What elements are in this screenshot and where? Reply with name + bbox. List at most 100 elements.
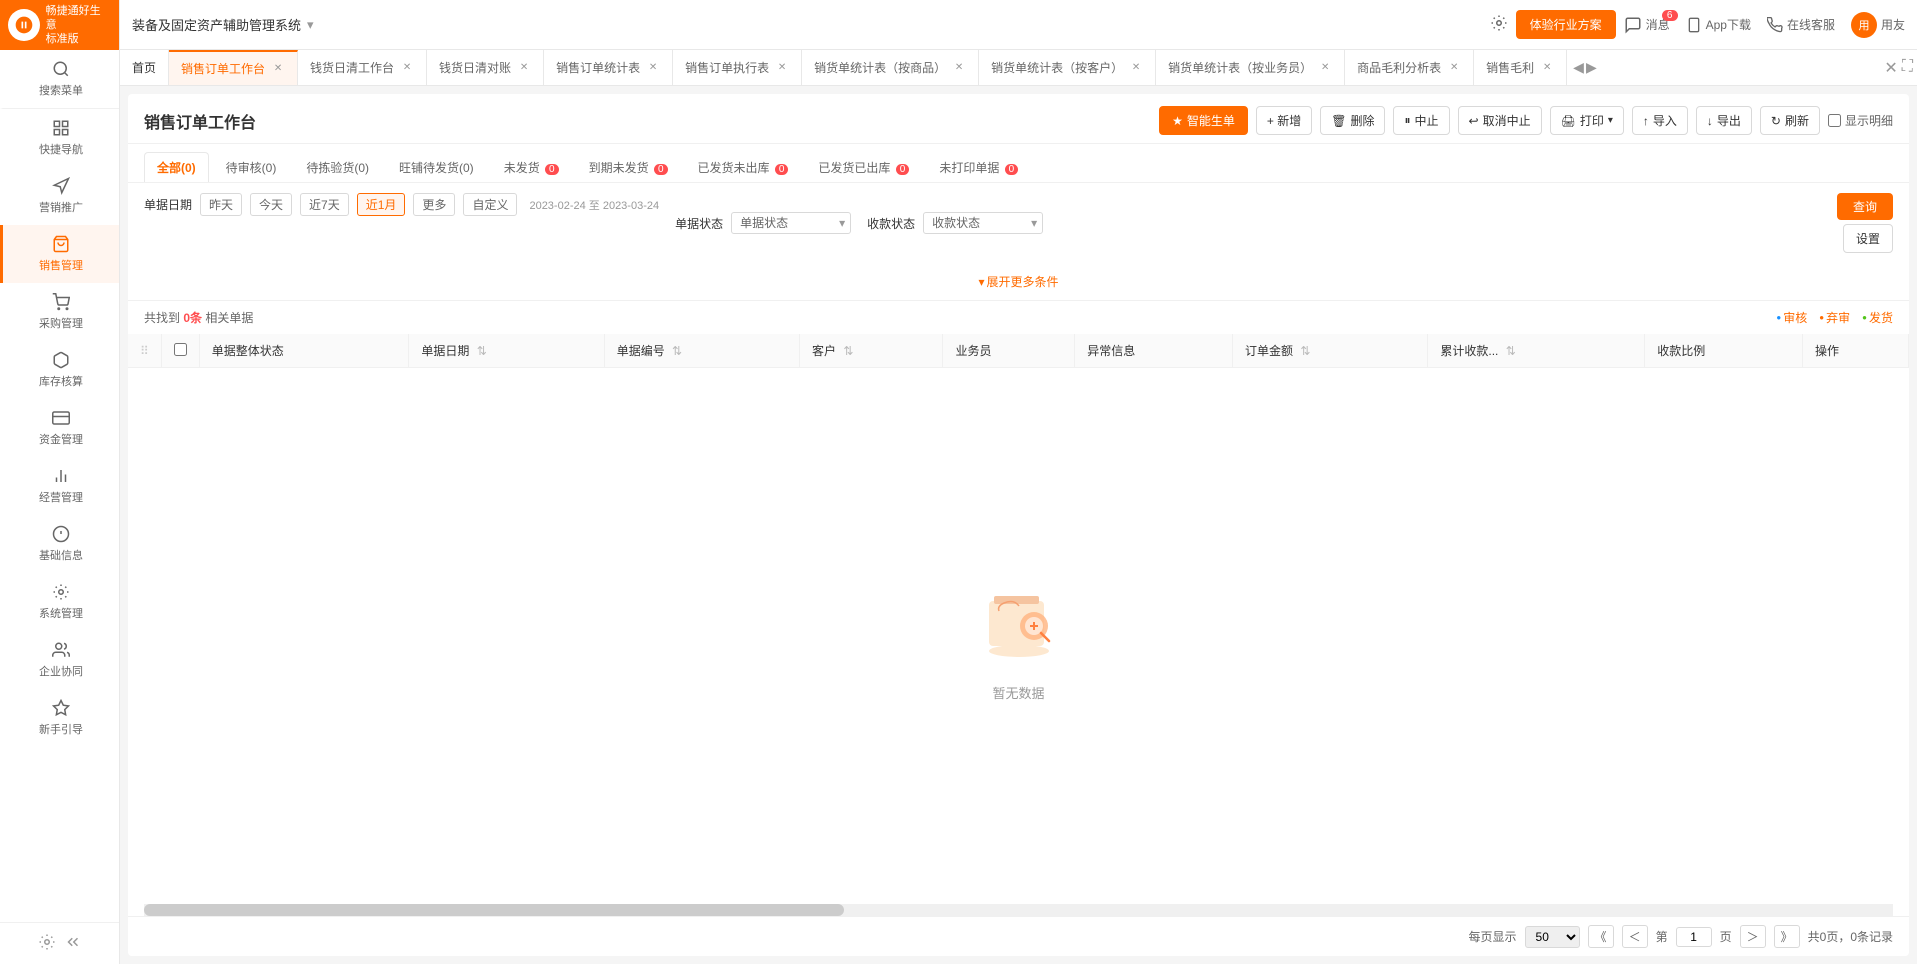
- sidebar-item-quicknav[interactable]: 快捷导航: [0, 109, 119, 167]
- date-filter-custom[interactable]: 自定义: [463, 193, 517, 216]
- payment-select-wrap: 收款状态: [923, 212, 1043, 234]
- tab-close-icon[interactable]: ✕: [1129, 61, 1143, 75]
- sidebar-item-finance[interactable]: 资金管理: [0, 399, 119, 457]
- pagination-first-button[interactable]: 《: [1588, 925, 1614, 948]
- col-number[interactable]: 单据编号 ⇅: [604, 334, 799, 368]
- tabs-bar: 首页 销售订单工作台 ✕ 钱货日清工作台 ✕ 钱货日清对账 ✕ 销售订单统计表 …: [120, 50, 1917, 86]
- sidebar-item-marketing[interactable]: 营销推广: [0, 167, 119, 225]
- sidebar-item-system[interactable]: 系统管理: [0, 573, 119, 631]
- sidebar-item-basic[interactable]: 基础信息: [0, 515, 119, 573]
- horizontal-scrollbar[interactable]: [144, 904, 1893, 916]
- online-service-action[interactable]: 在线客服: [1767, 16, 1835, 33]
- select-all-checkbox[interactable]: [174, 343, 187, 356]
- sub-tab-shipped-out[interactable]: 已发货已出库 0: [805, 152, 922, 182]
- date-filter-1month[interactable]: 近1月: [357, 193, 406, 216]
- date-filter-more[interactable]: 更多: [413, 193, 455, 216]
- sub-tab-not-shipped[interactable]: 未发货 0: [491, 152, 572, 182]
- tab-sales-customer[interactable]: 销货单统计表（按客户） ✕: [979, 50, 1156, 86]
- collapse-icon[interactable]: [64, 933, 82, 954]
- col-date[interactable]: 单据日期 ⇅: [409, 334, 604, 368]
- col-amount[interactable]: 订单金额 ⇅: [1233, 334, 1428, 368]
- expand-filter-button[interactable]: ▾ 展开更多条件: [978, 273, 1058, 290]
- sidebar-item-inventory[interactable]: 库存核算: [0, 341, 119, 399]
- date-filter-today[interactable]: 今天: [250, 193, 292, 216]
- date-filter-yesterday[interactable]: 昨天: [200, 193, 242, 216]
- sub-tab-all[interactable]: 全部(0): [144, 152, 209, 182]
- tab-profit-analysis[interactable]: 商品毛利分析表 ✕: [1345, 50, 1474, 86]
- query-button[interactable]: 查询: [1837, 193, 1893, 220]
- dropdown-arrow-icon[interactable]: ▾: [307, 17, 314, 33]
- tab-sales-staff[interactable]: 销货单统计表（按业务员） ✕: [1156, 50, 1345, 86]
- print-button[interactable]: 🖨 打印 ▾: [1550, 106, 1624, 135]
- review-action-button[interactable]: 审核: [1776, 309, 1807, 326]
- tab-sales-exec[interactable]: 销售订单执行表 ✕: [673, 50, 802, 86]
- sub-tab-not-printed[interactable]: 未打印单据 0: [926, 152, 1031, 182]
- sidebar-item-search[interactable]: 搜索菜单: [0, 50, 119, 109]
- sidebar-item-business[interactable]: 经营管理: [0, 457, 119, 515]
- import-button[interactable]: ↑ 导入: [1632, 106, 1688, 135]
- tab-close-icon[interactable]: ✕: [1540, 61, 1554, 75]
- show-detail-checkbox-label[interactable]: 显示明细: [1828, 112, 1893, 129]
- empty-text: 暂无数据: [992, 683, 1044, 702]
- col-action: 操作: [1803, 334, 1909, 368]
- sub-tab-pending-review[interactable]: 待审核(0): [213, 152, 290, 182]
- tab-close-icon[interactable]: ✕: [952, 61, 966, 75]
- tab-sales-profit[interactable]: 销售毛利 ✕: [1474, 50, 1567, 86]
- payment-select[interactable]: 收款状态: [923, 212, 1043, 234]
- tab-money-clear[interactable]: 钱货日清工作台 ✕: [298, 50, 427, 86]
- tab-next-icon[interactable]: ▶: [1586, 59, 1597, 76]
- refresh-button[interactable]: ↻ 刷新: [1760, 106, 1820, 135]
- scrollbar-thumb[interactable]: [144, 904, 844, 916]
- cancel-review-action-button[interactable]: 弃审: [1819, 309, 1850, 326]
- tab-close-icon[interactable]: ✕: [1447, 61, 1461, 75]
- user-avatar[interactable]: 用 用友: [1851, 12, 1905, 38]
- tab-sales-goods[interactable]: 销货单统计表（按商品） ✕: [802, 50, 979, 86]
- sub-tab-overdue-ship[interactable]: 到期未发货 0: [576, 152, 681, 182]
- tab-sales-order[interactable]: 销售订单工作台 ✕: [169, 50, 298, 86]
- solution-button[interactable]: 体验行业方案: [1516, 10, 1616, 39]
- pagination-last-button[interactable]: 》: [1774, 925, 1800, 948]
- tab-close-all-icon[interactable]: ✕: [1884, 58, 1897, 78]
- page-input[interactable]: [1676, 927, 1712, 947]
- sidebar-item-cooperation[interactable]: 企业协同: [0, 631, 119, 689]
- tab-sales-stats[interactable]: 销售订单统计表 ✕: [544, 50, 673, 86]
- status-select[interactable]: 单据状态: [731, 212, 851, 234]
- tab-close-icon[interactable]: ✕: [646, 61, 660, 75]
- show-detail-checkbox[interactable]: [1828, 114, 1841, 127]
- tab-home[interactable]: 首页: [120, 50, 169, 86]
- message-action[interactable]: 消息 6: [1624, 16, 1670, 34]
- ship-action-button[interactable]: 发货: [1862, 309, 1893, 326]
- pagination-prev-button[interactable]: ＜: [1622, 925, 1648, 948]
- date-filter-7days[interactable]: 近7天: [300, 193, 349, 216]
- tab-prev-icon[interactable]: ◀: [1573, 59, 1584, 76]
- pause-button[interactable]: ⏸ 中止: [1393, 106, 1449, 135]
- settings-gear-icon[interactable]: [1490, 14, 1508, 35]
- tab-close-icon[interactable]: ✕: [775, 61, 789, 75]
- tab-money-reconcile[interactable]: 钱货日清对账 ✕: [427, 50, 544, 86]
- col-ratio: 收款比例: [1645, 334, 1803, 368]
- sidebar-item-sales[interactable]: 销售管理: [0, 225, 119, 283]
- tab-fullscreen-icon[interactable]: ⛶: [1902, 58, 1913, 78]
- tab-close-icon[interactable]: ✕: [517, 61, 531, 75]
- pagination-next-button[interactable]: ＞: [1740, 925, 1766, 948]
- col-collected[interactable]: 累计收款... ⇅: [1428, 334, 1645, 368]
- tab-close-icon[interactable]: ✕: [400, 61, 414, 75]
- tab-close-icon[interactable]: ✕: [1318, 61, 1332, 75]
- per-page-select[interactable]: 50 100 200: [1525, 926, 1580, 948]
- sub-tab-wangpu-ship[interactable]: 旺铺待发货(0): [386, 152, 487, 182]
- add-button[interactable]: + 新增: [1256, 106, 1312, 135]
- tab-close-icon[interactable]: ✕: [271, 62, 285, 76]
- col-customer[interactable]: 客户 ⇅: [800, 334, 943, 368]
- sidebar-item-purchase[interactable]: 采购管理: [0, 283, 119, 341]
- sidebar-item-guide[interactable]: 新手引导: [0, 689, 119, 747]
- sub-tab-pending-check[interactable]: 待拣验货(0): [293, 152, 382, 182]
- setting-button[interactable]: 设置: [1843, 224, 1893, 253]
- settings-icon[interactable]: [38, 933, 56, 954]
- sub-tab-shipped-not-out[interactable]: 已发货未出库 0: [685, 152, 802, 182]
- smart-order-button[interactable]: ★ 智能生单: [1159, 106, 1248, 135]
- export-button[interactable]: ↓ 导出: [1696, 106, 1752, 135]
- delete-button[interactable]: 🗑 删除: [1320, 106, 1385, 135]
- sidebar-logo: 畅捷通好生意 标准版: [0, 0, 119, 50]
- cancel-pause-button[interactable]: ↩ 取消中止: [1458, 106, 1542, 135]
- app-download-action[interactable]: App下载: [1686, 16, 1751, 33]
